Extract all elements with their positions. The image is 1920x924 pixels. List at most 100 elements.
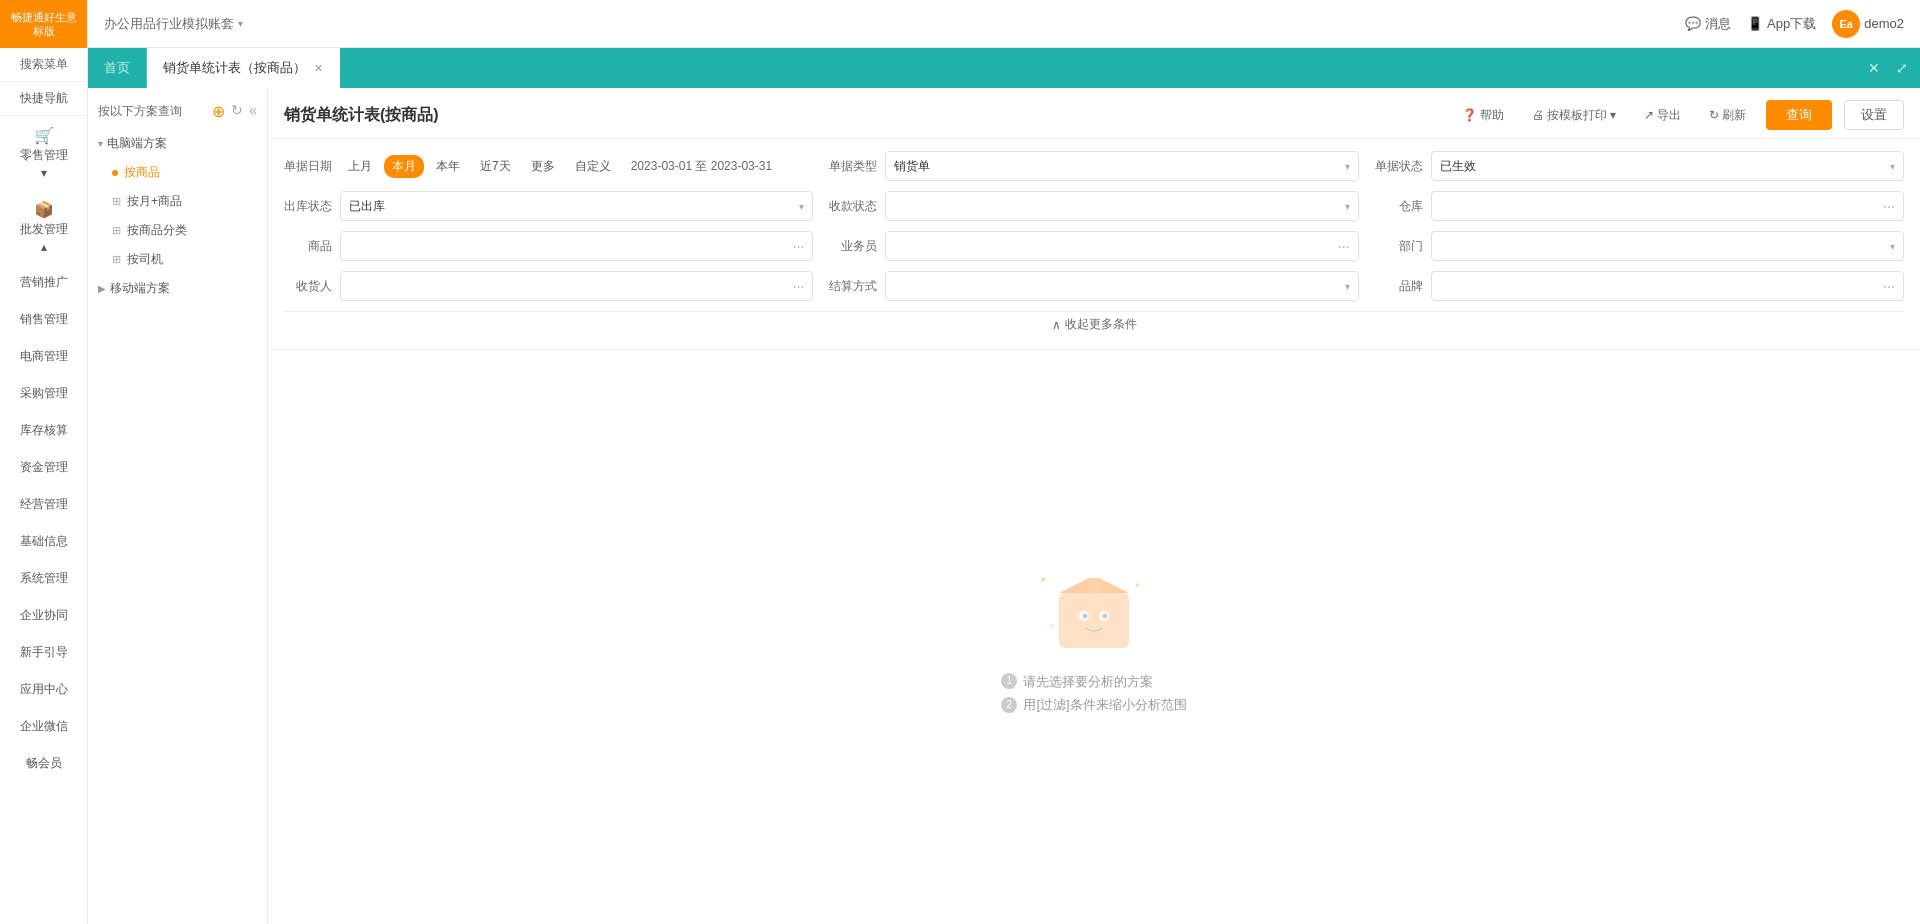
svg-marker-3 [1089, 578, 1099, 593]
export-btn[interactable]: ↗ 导出 [1636, 103, 1689, 128]
sidebar-item-guide[interactable]: 新手引导 [0, 634, 87, 671]
sidebar-search[interactable]: 搜索菜单 [0, 48, 87, 82]
warehouse-label: 仓库 [1375, 198, 1431, 215]
svg-point-6 [1083, 613, 1088, 618]
tab-expand-icon[interactable]: ⤢ [1892, 56, 1912, 80]
sidebar-item-wechat[interactable]: 企业微信 [0, 708, 87, 745]
sidebar-item-appcenter[interactable]: 应用中心 [0, 671, 87, 708]
active-dot [112, 170, 118, 176]
sidebar-item-ecommerce[interactable]: 电商管理 [0, 338, 87, 375]
scheme-group-pc-title[interactable]: ▾ 电脑端方案 [88, 129, 267, 158]
inventory-label: 库存核算 [20, 422, 68, 439]
scheme-add-btn[interactable]: ⊕ [212, 102, 225, 121]
date-tab-7days[interactable]: 近7天 [472, 155, 519, 178]
doc-type-value: 销货单 [894, 158, 930, 175]
empty-svg: ✦ ✦ ✦ [1034, 558, 1154, 658]
sidebar-item-basic[interactable]: 基础信息 [0, 523, 87, 560]
recipient-input[interactable]: ··· [340, 271, 813, 301]
scheme-collapse-btn[interactable]: « [249, 102, 257, 121]
sidebar-item-operation[interactable]: 经营管理 [0, 486, 87, 523]
collect-status-select[interactable]: ▾ [885, 191, 1358, 221]
date-tab-last-month[interactable]: 上月 [340, 155, 380, 178]
user-menu[interactable]: Ea demo2 [1832, 10, 1904, 38]
grid-icon-2: ⊞ [112, 224, 121, 237]
print-btn[interactable]: 🖨 按模板打印 ▾ [1524, 103, 1624, 128]
date-tab-custom[interactable]: 自定义 [567, 155, 619, 178]
sidebar-item-wholesale[interactable]: 📦 批发管理 ▴ [0, 190, 87, 264]
tip-text-1: 请先选择要分析的方案 [1023, 670, 1153, 693]
filter-row-2: 出库状态 已出库 ▾ 收款状态 ▾ [284, 191, 1904, 221]
breadcrumb: 办公用品行业模拟账套 ▾ [104, 15, 1673, 33]
scheme-refresh-btn[interactable]: ↻ [231, 102, 243, 121]
date-range-text: 2023-03-01 至 2023-03-31 [631, 158, 772, 175]
tab-close-icon[interactable]: ✕ [314, 62, 323, 75]
collect-status-label: 收款状态 [829, 198, 885, 215]
scheme-item-by-category[interactable]: ⊞ 按商品分类 [88, 216, 267, 245]
brand-input[interactable]: ··· [1431, 271, 1904, 301]
app-download-btn[interactable]: 📱 App下载 [1747, 15, 1816, 33]
scheme-group-mobile: ▶ 移动端方案 [88, 274, 267, 303]
doc-status-select[interactable]: 已生效 ▾ [1431, 151, 1904, 181]
scheme-item-by-cashier[interactable]: ⊞ 按司机 [88, 245, 267, 274]
sales-label: 销售管理 [20, 311, 68, 328]
mobile-group-arrow: ▶ [98, 283, 106, 294]
filter-row-1: 单据日期 上月 本月 本年 近7天 更多 自定义 2023-03-01 至 20… [284, 151, 1904, 181]
collapse-row[interactable]: ∧ 收起更多条件 [284, 311, 1904, 337]
staff-input[interactable]: ··· [885, 231, 1358, 261]
out-status-select[interactable]: 已出库 ▾ [340, 191, 813, 221]
sidebar-item-sales[interactable]: 销售管理 [0, 301, 87, 338]
by-category-label: 按商品分类 [127, 222, 187, 239]
print-label: 按模板打印 [1547, 107, 1607, 124]
sidebar-item-system[interactable]: 系统管理 [0, 560, 87, 597]
dept-select[interactable]: ▾ [1431, 231, 1904, 261]
page-actions: ❓ 帮助 🖨 按模板打印 ▾ ↗ 导出 ↻ 刷新 [1454, 100, 1904, 130]
warehouse-input[interactable]: ··· [1431, 191, 1904, 221]
app-download-icon: 📱 [1747, 16, 1763, 31]
settle-label: 结算方式 [829, 278, 885, 295]
sidebar-item-marketing[interactable]: 营销推广 [0, 264, 87, 301]
sidebar-item-inventory[interactable]: 库存核算 [0, 412, 87, 449]
settle-select[interactable]: ▾ [885, 271, 1358, 301]
mobile-group-label: 移动端方案 [110, 280, 170, 297]
scheme-panel-title: 按以下方案查询 [98, 103, 182, 120]
doc-status-value: 已生效 [1440, 158, 1476, 175]
sidebar-item-retail[interactable]: 🛒 零售管理 ▾ [0, 116, 87, 190]
sidebar-item-finance[interactable]: 资金管理 [0, 449, 87, 486]
tip-item-1: 1 请先选择要分析的方案 [1001, 670, 1186, 693]
retail-icon: 🛒 [34, 126, 54, 145]
by-cashier-label: 按司机 [127, 251, 163, 268]
date-tab-this-month[interactable]: 本月 [384, 155, 424, 178]
scheme-group-mobile-title[interactable]: ▶ 移动端方案 [88, 274, 267, 303]
tab-close-window-icon[interactable]: ✕ [1864, 56, 1884, 80]
sidebar-item-enterprise[interactable]: 企业协同 [0, 597, 87, 634]
brand-field: 品牌 ··· [1375, 271, 1904, 301]
date-tab-this-year[interactable]: 本年 [428, 155, 468, 178]
product-input[interactable]: ··· [340, 231, 813, 261]
date-tab-more[interactable]: 更多 [523, 155, 563, 178]
filter-row-3: 商品 ··· 业务员 ··· [284, 231, 1904, 261]
help-btn[interactable]: ❓ 帮助 [1454, 103, 1512, 128]
scheme-item-by-product[interactable]: 按商品 [88, 158, 267, 187]
refresh-btn[interactable]: ↻ 刷新 [1701, 103, 1754, 128]
print-icon: 🖨 [1532, 108, 1544, 122]
message-btn[interactable]: 💬 消息 [1685, 15, 1731, 33]
doc-type-select[interactable]: 销货单 ▾ [885, 151, 1358, 181]
sidebar-quick-nav[interactable]: 快捷导航 [0, 82, 87, 116]
top-header: 办公用品行业模拟账套 ▾ 💬 消息 📱 App下载 Ea demo2 [88, 0, 1920, 48]
export-label: 导出 [1657, 107, 1681, 124]
svg-text:✦: ✦ [1049, 622, 1055, 629]
wholesale-label: 批发管理 [20, 221, 68, 238]
svg-marker-1 [1059, 578, 1089, 593]
message-icon: 💬 [1685, 16, 1701, 31]
scheme-item-by-month-product[interactable]: ⊞ 按月+商品 [88, 187, 267, 216]
tab-home[interactable]: 首页 [88, 48, 147, 88]
sidebar-item-purchase[interactable]: 采购管理 [0, 375, 87, 412]
collapse-label: 收起更多条件 [1065, 316, 1137, 333]
breadcrumb-dropdown-icon[interactable]: ▾ [238, 18, 243, 29]
setting-button[interactable]: 设置 [1844, 100, 1904, 130]
product-ellipsis-icon: ··· [793, 238, 805, 254]
query-button[interactable]: 查询 [1766, 100, 1832, 130]
sidebar-item-member[interactable]: 畅会员 [0, 745, 87, 782]
recipient-field: 收货人 ··· [284, 271, 813, 301]
tab-sales-stat[interactable]: 销货单统计表（按商品） ✕ [147, 48, 340, 88]
